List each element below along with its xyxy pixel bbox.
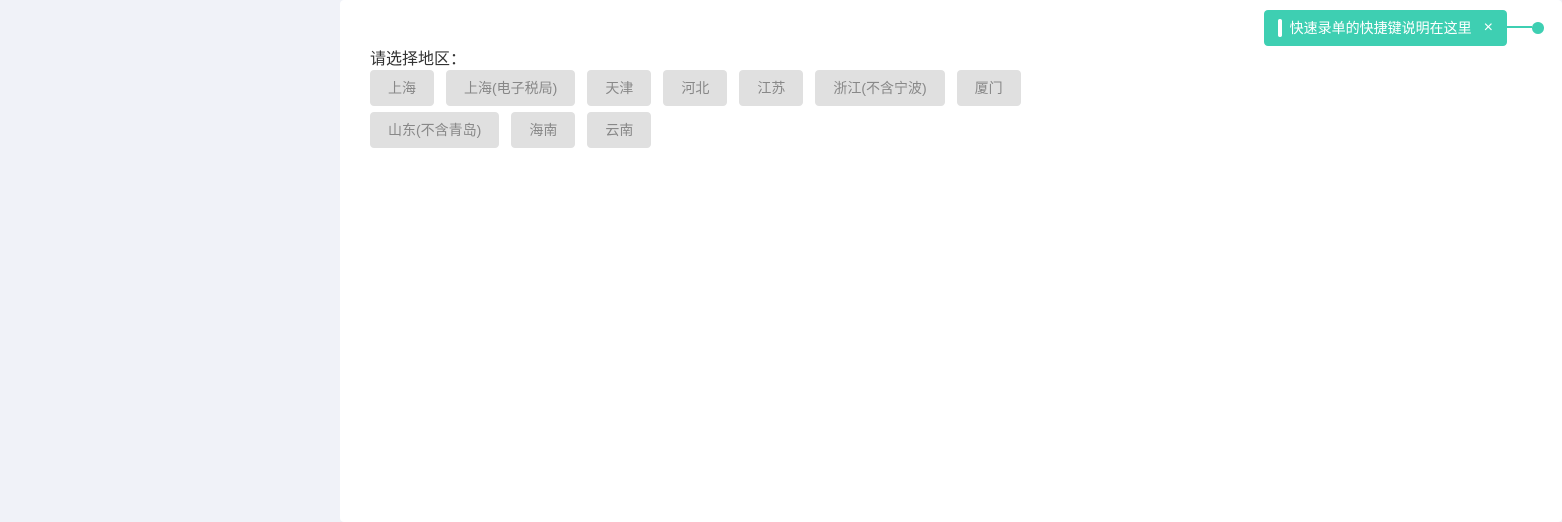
region-button[interactable]: 江苏 xyxy=(739,70,803,106)
region-button[interactable]: 浙江(不含宁波) xyxy=(815,70,944,106)
dot-indicator xyxy=(1532,22,1544,34)
region-button[interactable]: 云南 xyxy=(587,112,651,148)
bar-accent-icon xyxy=(1278,19,1282,37)
region-button[interactable]: 河北 xyxy=(663,70,727,106)
tooltip-close-icon[interactable]: × xyxy=(1484,19,1493,37)
region-buttons-row1: 上海上海(电子税局) 天津河北江苏浙江(不含宁波) 厦门 xyxy=(370,70,1021,106)
connector-line xyxy=(1504,26,1532,28)
sidebar xyxy=(0,0,340,522)
main-content: 请选择地区： 上海上海(电子税局) 天津河北江苏浙江(不含宁波) 厦门 山东(不含青… xyxy=(340,0,1562,522)
region-button[interactable]: 厦门 xyxy=(957,70,1021,106)
region-button[interactable]: 上海 xyxy=(370,70,434,106)
region-button[interactable]: 上海(电子税局) xyxy=(446,70,575,106)
region-button[interactable]: 天津 xyxy=(587,70,651,106)
region-button[interactable]: 海南 xyxy=(511,112,575,148)
tooltip-banner: 快速录单的快捷键说明在这里 × xyxy=(1264,10,1507,46)
tooltip-text: 快速录单的快捷键说明在这里 xyxy=(1290,18,1472,38)
region-button[interactable]: 山东(不含青岛) xyxy=(370,112,499,148)
page-label: 请选择地区： xyxy=(370,45,466,69)
region-buttons-row2: 山东(不含青岛) 海南云南 xyxy=(370,112,651,148)
